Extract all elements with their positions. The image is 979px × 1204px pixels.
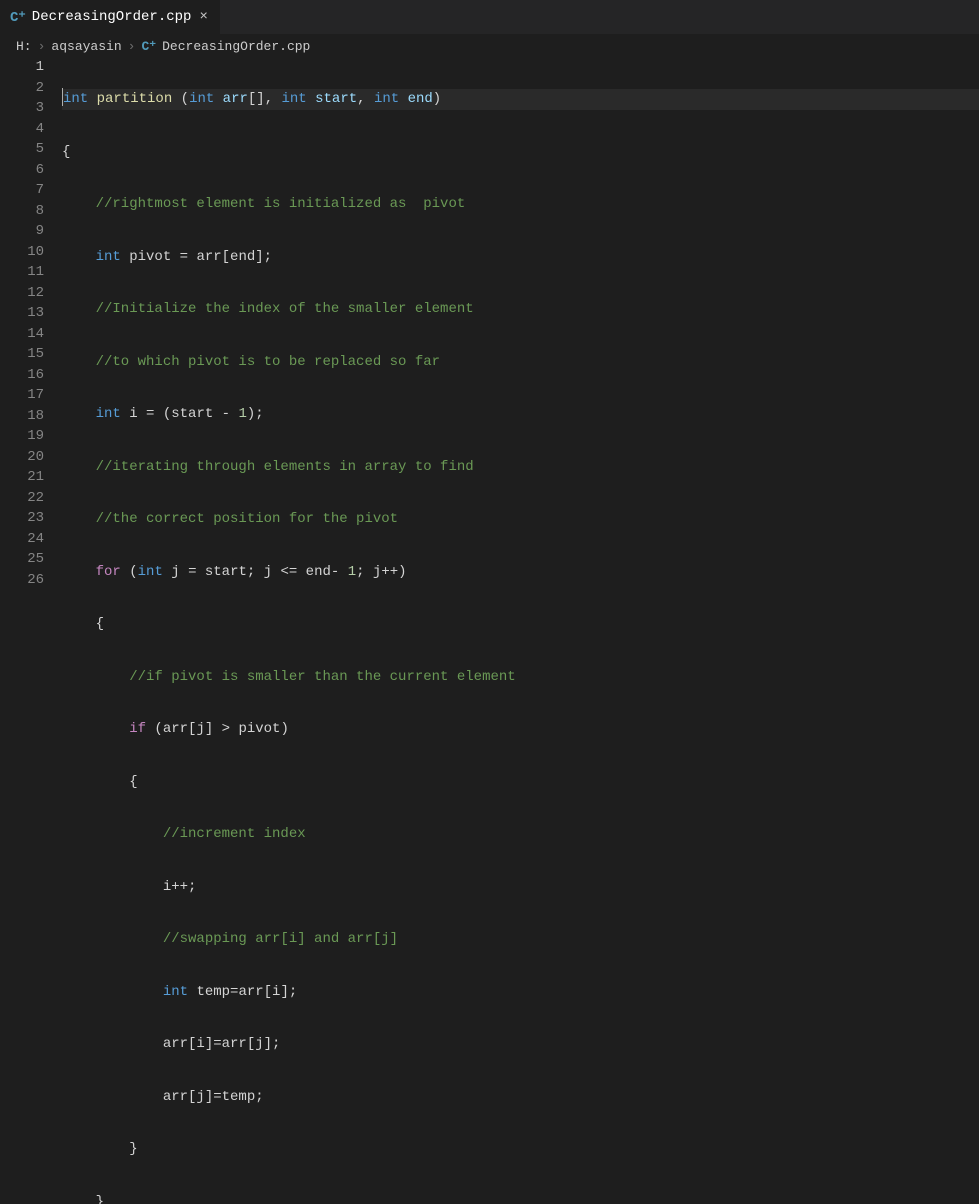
line-number: 11 bbox=[0, 262, 44, 283]
breadcrumb-file[interactable]: DecreasingOrder.cpp bbox=[162, 39, 310, 54]
line-number: 26 bbox=[0, 570, 44, 591]
line-number: 15 bbox=[0, 344, 44, 365]
code-line: arr[i]=arr[j]; bbox=[62, 1034, 979, 1055]
cursor-icon bbox=[62, 88, 63, 106]
line-number: 24 bbox=[0, 529, 44, 550]
line-number: 25 bbox=[0, 549, 44, 570]
code-line: //iterating through elements in array to… bbox=[62, 457, 979, 478]
chevron-right-icon: › bbox=[128, 39, 136, 54]
line-number: 6 bbox=[0, 160, 44, 181]
line-number: 16 bbox=[0, 365, 44, 386]
line-number: 19 bbox=[0, 426, 44, 447]
code-line: //Initialize the index of the smaller el… bbox=[62, 299, 979, 320]
editor[interactable]: 1 2 3 4 5 6 7 8 9 10 11 12 13 14 15 16 1… bbox=[0, 57, 979, 602]
code-line: int temp=arr[i]; bbox=[62, 982, 979, 1003]
code-line: { bbox=[62, 142, 979, 163]
line-number: 18 bbox=[0, 406, 44, 427]
code-line: arr[j]=temp; bbox=[62, 1087, 979, 1108]
line-number: 4 bbox=[0, 119, 44, 140]
code-line: { bbox=[62, 772, 979, 793]
code-line: //rightmost element is initialized as pi… bbox=[62, 194, 979, 215]
line-number: 17 bbox=[0, 385, 44, 406]
tab-bar: C⁺ DecreasingOrder.cpp × bbox=[0, 0, 979, 35]
code-line: int partition (int arr[], int start, int… bbox=[62, 89, 979, 110]
breadcrumb-drive[interactable]: H: bbox=[16, 39, 32, 54]
line-number: 7 bbox=[0, 180, 44, 201]
line-number: 1 bbox=[0, 57, 44, 78]
code-line: //the correct position for the pivot bbox=[62, 509, 979, 530]
line-number: 10 bbox=[0, 242, 44, 263]
line-number: 21 bbox=[0, 467, 44, 488]
code-line: if (arr[j] > pivot) bbox=[62, 719, 979, 740]
line-number: 22 bbox=[0, 488, 44, 509]
line-number: 8 bbox=[0, 201, 44, 222]
line-number: 9 bbox=[0, 221, 44, 242]
code-line: //to which pivot is to be replaced so fa… bbox=[62, 352, 979, 373]
line-number: 14 bbox=[0, 324, 44, 345]
tab-filename: DecreasingOrder.cpp bbox=[32, 9, 192, 25]
line-number: 2 bbox=[0, 78, 44, 99]
code-line: //swapping arr[i] and arr[j] bbox=[62, 929, 979, 950]
code-line: i++; bbox=[62, 877, 979, 898]
breadcrumb-folder[interactable]: aqsayasin bbox=[51, 39, 121, 54]
cpp-file-icon: C⁺ bbox=[141, 39, 156, 54]
code-line: int pivot = arr[end]; bbox=[62, 247, 979, 268]
code-line: for (int j = start; j <= end- 1; j++) bbox=[62, 562, 979, 583]
line-number: 12 bbox=[0, 283, 44, 304]
line-number: 23 bbox=[0, 508, 44, 529]
code-line: //increment index bbox=[62, 824, 979, 845]
code-line: int i = (start - 1); bbox=[62, 404, 979, 425]
close-icon[interactable]: × bbox=[197, 7, 209, 27]
line-number: 20 bbox=[0, 447, 44, 468]
line-number: 5 bbox=[0, 139, 44, 160]
tab-active[interactable]: C⁺ DecreasingOrder.cpp × bbox=[0, 0, 221, 34]
code-line: } bbox=[62, 1139, 979, 1160]
cpp-file-icon: C⁺ bbox=[10, 9, 26, 26]
code-line: } bbox=[62, 1192, 979, 1204]
line-number: 3 bbox=[0, 98, 44, 119]
line-number: 13 bbox=[0, 303, 44, 324]
code-line: //if pivot is smaller than the current e… bbox=[62, 667, 979, 688]
gutter: 1 2 3 4 5 6 7 8 9 10 11 12 13 14 15 16 1… bbox=[0, 57, 62, 602]
code-line: { bbox=[62, 614, 979, 635]
code-area[interactable]: int partition (int arr[], int start, int… bbox=[62, 57, 979, 602]
breadcrumb: H: › aqsayasin › C⁺ DecreasingOrder.cpp bbox=[0, 35, 979, 57]
chevron-right-icon: › bbox=[38, 39, 46, 54]
